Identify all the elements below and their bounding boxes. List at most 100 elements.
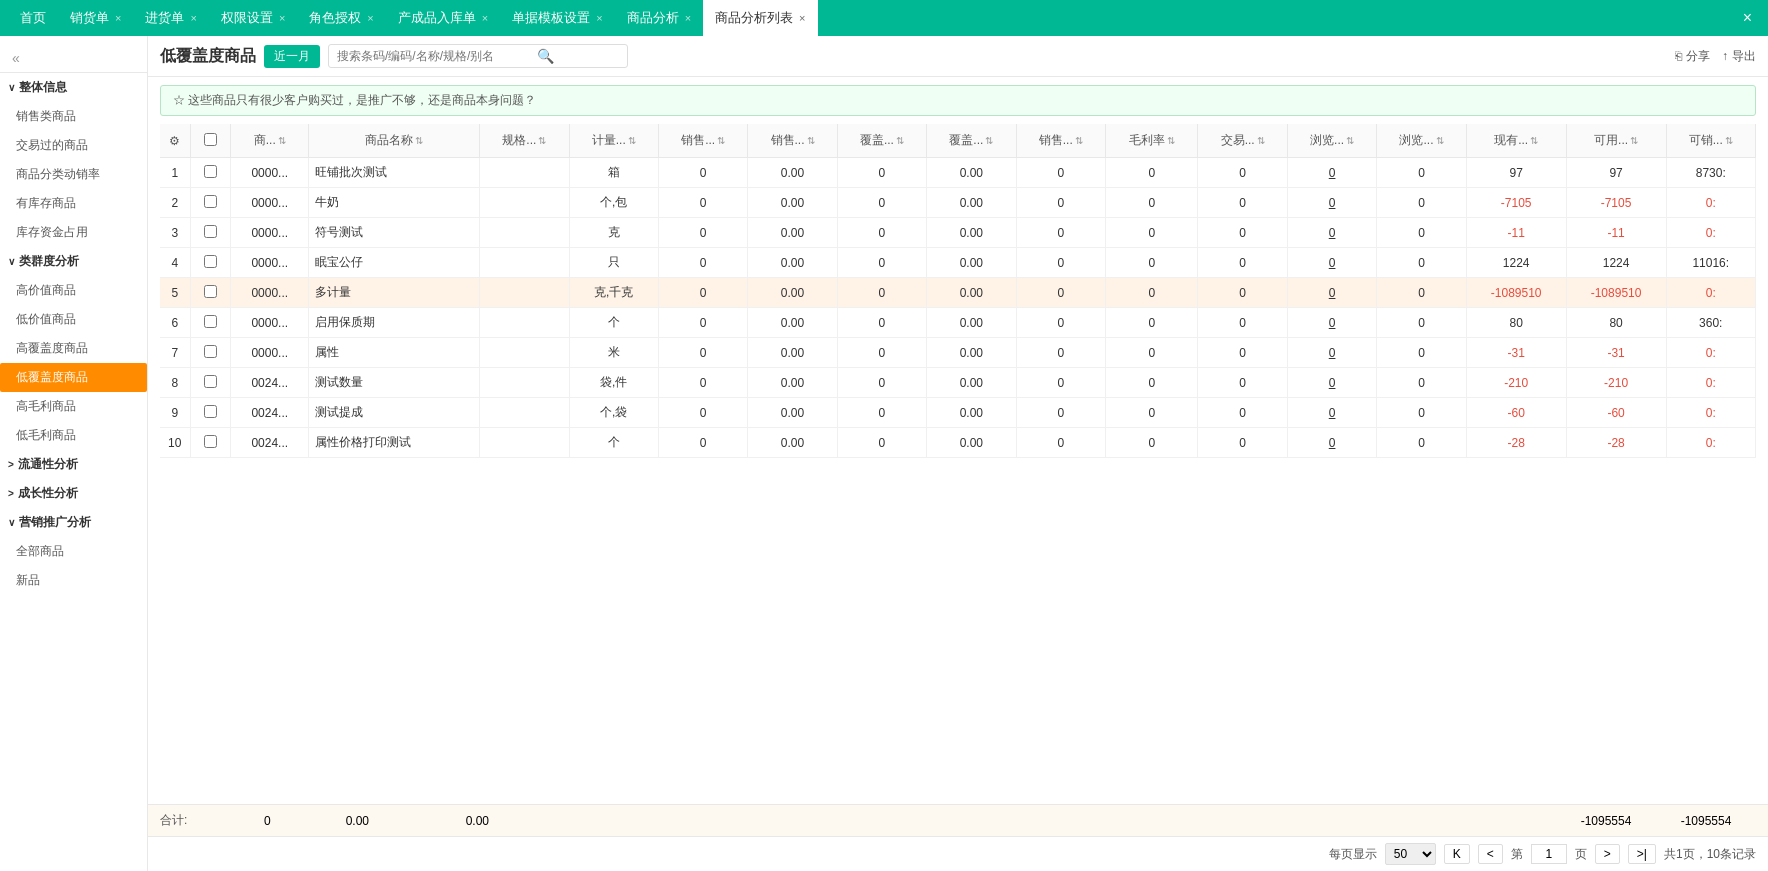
per-page-select[interactable]: 50 10 20 100 bbox=[1385, 843, 1436, 865]
nav-role-auth[interactable]: 角色授权 × bbox=[297, 0, 385, 36]
sidebar-collapse-button[interactable]: « bbox=[8, 42, 24, 66]
row-select-1[interactable] bbox=[204, 165, 217, 178]
col-transaction[interactable]: 交易...⇅ bbox=[1198, 124, 1287, 158]
row-checkbox-10[interactable] bbox=[190, 428, 231, 458]
col-coverage1[interactable]: 覆盖...⇅ bbox=[837, 124, 926, 158]
window-close-button[interactable]: × bbox=[1735, 9, 1760, 27]
nav-sales-order[interactable]: 销货单 × bbox=[58, 0, 133, 36]
col-browse2[interactable]: 浏览...⇅ bbox=[1377, 124, 1466, 158]
row-browse1-1[interactable]: 0 bbox=[1287, 158, 1376, 188]
row-browse1-6[interactable]: 0 bbox=[1287, 308, 1376, 338]
nav-product-analysis-list[interactable]: 商品分析列表 × bbox=[703, 0, 817, 36]
search-icon[interactable]: 🔍 bbox=[537, 48, 554, 64]
row-checkbox-1[interactable] bbox=[190, 158, 231, 188]
col-name[interactable]: 商品名称⇅ bbox=[309, 124, 480, 158]
sidebar-section-liquidity[interactable]: > 流通性分析 bbox=[0, 450, 147, 479]
page-number-input[interactable] bbox=[1531, 844, 1567, 864]
sidebar-section-growth[interactable]: > 成长性分析 bbox=[0, 479, 147, 508]
nav-close-product-analysis[interactable]: × bbox=[685, 12, 691, 24]
nav-close-purchase-order[interactable]: × bbox=[190, 12, 196, 24]
period-button[interactable]: 近一月 bbox=[264, 45, 320, 68]
settings-column-header[interactable]: ⚙ bbox=[160, 124, 190, 158]
share-button[interactable]: ⎗ 分享 bbox=[1675, 48, 1710, 65]
nav-close-sales-order[interactable]: × bbox=[115, 12, 121, 24]
row-select-6[interactable] bbox=[204, 315, 217, 328]
col-unit[interactable]: 计量...⇅ bbox=[569, 124, 658, 158]
row-browse1-4[interactable]: 0 bbox=[1287, 248, 1376, 278]
sidebar-section-marketing[interactable]: ∨ 营销推广分析 bbox=[0, 508, 147, 537]
row-browse2-6: 0 bbox=[1377, 308, 1466, 338]
nav-home[interactable]: 首页 bbox=[8, 0, 58, 36]
nav-close-analysis-list[interactable]: × bbox=[799, 12, 805, 24]
first-page-button[interactable]: K bbox=[1444, 844, 1470, 864]
sidebar-item-low-coverage[interactable]: 低覆盖度商品 bbox=[0, 363, 147, 392]
row-browse1-5[interactable]: 0 bbox=[1287, 278, 1376, 308]
row-select-2[interactable] bbox=[204, 195, 217, 208]
sidebar-item-high-value[interactable]: 高价值商品 bbox=[0, 276, 147, 305]
sidebar-item-stocked-goods[interactable]: 有库存商品 bbox=[0, 189, 147, 218]
row-select-9[interactable] bbox=[204, 405, 217, 418]
nav-close-permission[interactable]: × bbox=[279, 12, 285, 24]
row-checkbox-7[interactable] bbox=[190, 338, 231, 368]
sidebar-item-low-margin[interactable]: 低毛利商品 bbox=[0, 421, 147, 450]
export-button[interactable]: ↑ 导出 bbox=[1722, 48, 1756, 65]
nav-product-inbound[interactable]: 产成品入库单 × bbox=[386, 0, 500, 36]
row-browse1-2[interactable]: 0 bbox=[1287, 188, 1376, 218]
col-sales3[interactable]: 销售...⇅ bbox=[1016, 124, 1105, 158]
row-browse1-10[interactable]: 0 bbox=[1287, 428, 1376, 458]
row-select-4[interactable] bbox=[204, 255, 217, 268]
search-input[interactable] bbox=[337, 49, 537, 63]
nav-permission[interactable]: 权限设置 × bbox=[209, 0, 297, 36]
row-select-3[interactable] bbox=[204, 225, 217, 238]
col-coverage2[interactable]: 覆盖...⇅ bbox=[927, 124, 1016, 158]
sidebar-item-category-rate[interactable]: 商品分类动销率 bbox=[0, 160, 147, 189]
row-checkbox-3[interactable] bbox=[190, 218, 231, 248]
section-arrow-group: ∨ bbox=[8, 256, 15, 267]
sidebar-item-traded-goods[interactable]: 交易过的商品 bbox=[0, 131, 147, 160]
row-sales-qty-8: 0 bbox=[658, 368, 747, 398]
row-checkbox-4[interactable] bbox=[190, 248, 231, 278]
nav-purchase-order[interactable]: 进货单 × bbox=[133, 0, 208, 36]
row-checkbox-5[interactable] bbox=[190, 278, 231, 308]
col-sellable[interactable]: 可销...⇅ bbox=[1666, 124, 1755, 158]
prev-page-button[interactable]: < bbox=[1478, 844, 1503, 864]
sidebar-item-all-goods[interactable]: 全部商品 bbox=[0, 537, 147, 566]
next-page-button[interactable]: > bbox=[1595, 844, 1620, 864]
sidebar-item-low-value[interactable]: 低价值商品 bbox=[0, 305, 147, 334]
row-browse1-7[interactable]: 0 bbox=[1287, 338, 1376, 368]
col-browse1[interactable]: 浏览...⇅ bbox=[1287, 124, 1376, 158]
col-current-stock[interactable]: 现有...⇅ bbox=[1466, 124, 1566, 158]
row-select-8[interactable] bbox=[204, 375, 217, 388]
row-select-10[interactable] bbox=[204, 435, 217, 448]
row-checkbox-9[interactable] bbox=[190, 398, 231, 428]
last-page-button[interactable]: >| bbox=[1628, 844, 1656, 864]
nav-template-settings[interactable]: 单据模板设置 × bbox=[500, 0, 614, 36]
sidebar-item-new-goods[interactable]: 新品 bbox=[0, 566, 147, 595]
sidebar-section-group[interactable]: ∨ 类群度分析 bbox=[0, 247, 147, 276]
sidebar-section-overall[interactable]: ∨ 整体信息 bbox=[0, 73, 147, 102]
row-select-7[interactable] bbox=[204, 345, 217, 358]
sidebar-item-high-coverage[interactable]: 高覆盖度商品 bbox=[0, 334, 147, 363]
col-available-stock[interactable]: 可用...⇅ bbox=[1566, 124, 1666, 158]
sidebar-item-stock-capital[interactable]: 库存资金占用 bbox=[0, 218, 147, 247]
col-gross-margin[interactable]: 毛利率⇅ bbox=[1105, 124, 1198, 158]
nav-close-product-inbound[interactable]: × bbox=[482, 12, 488, 24]
row-browse1-9[interactable]: 0 bbox=[1287, 398, 1376, 428]
checkbox-column-header[interactable] bbox=[190, 124, 231, 158]
row-browse1-3[interactable]: 0 bbox=[1287, 218, 1376, 248]
select-all-checkbox[interactable] bbox=[204, 133, 217, 146]
col-sales-qty[interactable]: 销售...⇅ bbox=[658, 124, 747, 158]
sidebar-item-sales-goods[interactable]: 销售类商品 bbox=[0, 102, 147, 131]
row-checkbox-6[interactable] bbox=[190, 308, 231, 338]
nav-close-template[interactable]: × bbox=[596, 12, 602, 24]
nav-close-role-auth[interactable]: × bbox=[367, 12, 373, 24]
row-select-5[interactable] bbox=[204, 285, 217, 298]
row-browse1-8[interactable]: 0 bbox=[1287, 368, 1376, 398]
nav-product-analysis[interactable]: 商品分析 × bbox=[615, 0, 703, 36]
row-checkbox-2[interactable] bbox=[190, 188, 231, 218]
col-spec[interactable]: 规格...⇅ bbox=[480, 124, 569, 158]
col-sales-amt[interactable]: 销售...⇅ bbox=[748, 124, 837, 158]
col-code[interactable]: 商...⇅ bbox=[231, 124, 309, 158]
row-checkbox-8[interactable] bbox=[190, 368, 231, 398]
sidebar-item-high-margin[interactable]: 高毛利商品 bbox=[0, 392, 147, 421]
